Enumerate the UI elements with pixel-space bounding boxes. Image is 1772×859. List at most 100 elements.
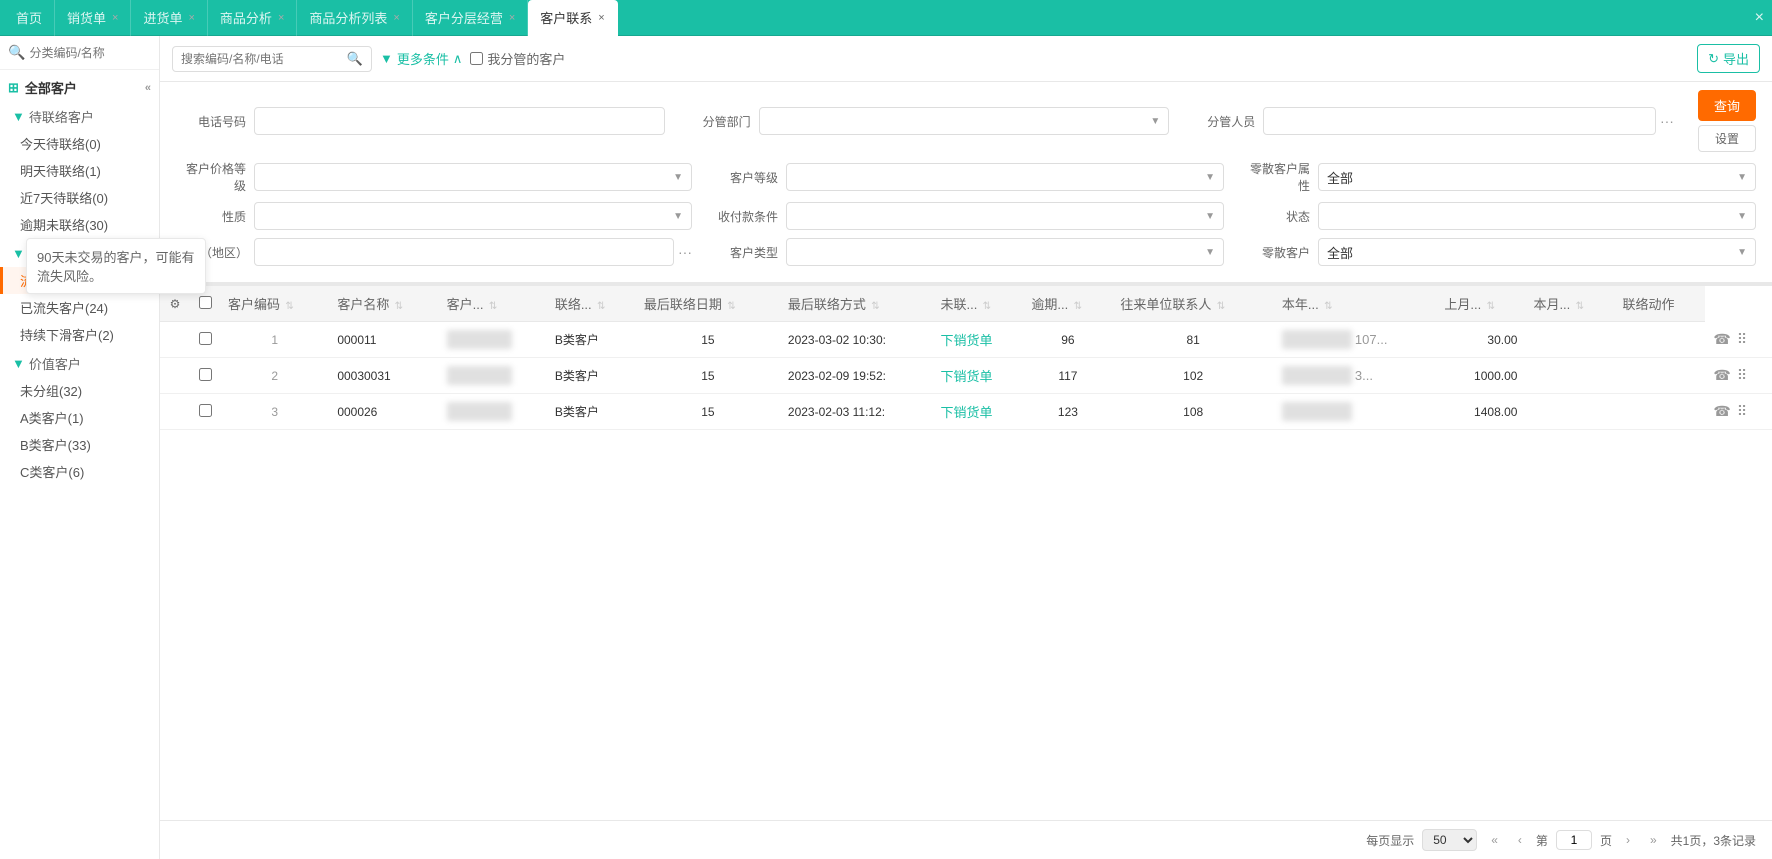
next-page-button[interactable]: › (1620, 831, 1636, 849)
row-num-1 (190, 358, 220, 394)
dept-select[interactable]: ▼ (759, 107, 1170, 135)
payment-select[interactable]: ▼ (786, 202, 1224, 230)
sidebar-all-customers[interactable]: ⊞ 全部客户 « (0, 70, 159, 101)
tab-product-analysis[interactable]: 商品分析 × (208, 0, 297, 36)
row-action-more-0[interactable]: ⠿ (1737, 331, 1747, 348)
status-select[interactable]: ▼ (1318, 202, 1756, 230)
sort-icon-last-way[interactable]: ⇅ (871, 301, 879, 312)
person-select[interactable] (1263, 107, 1656, 135)
row-checkbox-0[interactable] (199, 332, 212, 345)
sidebar-item-today-contact[interactable]: 今天待联络(0) (0, 130, 159, 157)
query-button[interactable]: 查询 (1698, 90, 1756, 121)
sort-icon-contact-count[interactable]: ⇅ (597, 301, 605, 312)
select-all-checkbox[interactable] (199, 296, 212, 309)
my-customers-check[interactable] (470, 52, 483, 65)
col-header-name: 客户名称 ⇅ (329, 286, 438, 322)
gender-select[interactable]: ▼ (254, 202, 692, 230)
row-this-year-0: 30.00 (1436, 322, 1525, 358)
sort-icon-name[interactable]: ⇅ (395, 301, 403, 312)
tab-close-sales[interactable]: × (112, 12, 118, 24)
more-conditions-button[interactable]: ▼ 更多条件 ∧ (380, 49, 462, 68)
row-num-display-1: 2 (220, 358, 329, 394)
row-contact-person-1: 3... (1274, 358, 1437, 394)
last-page-button[interactable]: » (1644, 831, 1663, 849)
sidebar-item-ungrouped[interactable]: 未分组(32) (0, 377, 159, 404)
first-page-button[interactable]: « (1485, 831, 1504, 849)
col-header-last-month: 上月... ⇅ (1436, 286, 1525, 322)
sort-icon-this-year[interactable]: ⇅ (1324, 301, 1332, 312)
window-close-button[interactable]: × (1755, 9, 1764, 27)
sort-icon-last-month[interactable]: ⇅ (1487, 301, 1495, 312)
row-action-more-2[interactable]: ⠿ (1737, 403, 1747, 420)
customer-grade-select[interactable]: ▼ (786, 163, 1224, 191)
page-number-input[interactable] (1556, 830, 1592, 850)
tab-customer-tier[interactable]: 客户分层经营 × (413, 0, 528, 36)
price-grade-select[interactable]: ▼ (254, 163, 692, 191)
row-action-contact-2[interactable]: ☎ (1713, 403, 1730, 420)
tab-product-list[interactable]: 商品分析列表 × (297, 0, 412, 36)
tab-close-customer-contact[interactable]: × (598, 12, 604, 24)
tab-bar: 首页 销货单 × 进货单 × 商品分析 × 商品分析列表 × 客户分层经营 × … (0, 0, 1772, 36)
zero-customer-arrow: ▼ (1737, 247, 1747, 258)
data-table-wrapper: ⚙ 客户编码 ⇅ 客户名称 ⇅ 客户... (160, 285, 1772, 820)
sidebar-item-class-b[interactable]: B类客户(33) (0, 431, 159, 458)
sidebar-item-class-c[interactable]: C类客户(6) (0, 458, 159, 485)
prev-page-button[interactable]: ‹ (1512, 831, 1528, 849)
customer-type-select[interactable]: ▼ (786, 238, 1224, 266)
sidebar-item-tomorrow-contact[interactable]: 明天待联络(1) (0, 157, 159, 184)
phone-input[interactable] (254, 107, 665, 135)
sidebar-item-7day-contact[interactable]: 近7天待联络(0) (0, 184, 159, 211)
row-type-0: B类客户 (547, 322, 636, 358)
row-checkbox-1[interactable] (199, 368, 212, 381)
row-actions-0: ☎ ⠿ (1705, 322, 1772, 358)
row-last-way-1[interactable]: 下销货单 (932, 358, 1023, 394)
row-last-way-2[interactable]: 下销货单 (932, 394, 1023, 430)
export-button[interactable]: ↻ 导出 (1697, 44, 1760, 73)
row-checkbox-2[interactable] (199, 404, 212, 417)
filter-search-input[interactable] (181, 52, 347, 66)
region-select[interactable] (254, 238, 674, 266)
sort-icon-type[interactable]: ⇅ (489, 301, 497, 312)
sidebar-item-class-a[interactable]: A类客户(1) (0, 404, 159, 431)
row-code-0[interactable]: 000011 (329, 322, 438, 358)
sort-icon-this-month[interactable]: ⇅ (1576, 301, 1584, 312)
zero-attr-select[interactable]: 全部 ▼ (1318, 163, 1756, 191)
sidebar-section-pending[interactable]: ▼ 待联络客户 (0, 101, 159, 130)
sidebar-item-declining[interactable]: 持续下滑客户(2) (0, 321, 159, 348)
per-page-select[interactable]: 50 100 (1422, 829, 1477, 851)
row-this-month-1 (1614, 358, 1705, 394)
sidebar-section-value[interactable]: ▼ 价值客户 (0, 348, 159, 377)
sort-icon-uncontact[interactable]: ⇅ (983, 301, 991, 312)
row-actions-1: ☎ ⠿ (1705, 358, 1772, 394)
sort-icon-contact-person[interactable]: ⇅ (1217, 301, 1225, 312)
zero-customer-select[interactable]: 全部 ▼ (1318, 238, 1756, 266)
tab-home[interactable]: 首页 (8, 0, 55, 36)
row-last-way-0[interactable]: 下销货单 (932, 322, 1023, 358)
tab-customer-contact[interactable]: 客户联系 × (528, 0, 617, 36)
customer-grade-arrow: ▼ (1205, 172, 1215, 183)
row-action-contact-1[interactable]: ☎ (1713, 367, 1730, 384)
filter-search-button[interactable]: 🔍 (347, 51, 363, 67)
row-code-1[interactable]: 00030031 (329, 358, 438, 394)
sidebar-item-lost[interactable]: 已流失客户(24) (0, 294, 159, 321)
tab-close-customer-tier[interactable]: × (509, 12, 515, 24)
sort-icon-overdue[interactable]: ⇅ (1074, 301, 1082, 312)
sidebar-item-overdue-contact[interactable]: 逾期未联络(30) (0, 211, 159, 238)
settings-button[interactable]: 设置 (1698, 125, 1756, 152)
tab-purchase[interactable]: 进货单 × (131, 0, 207, 36)
person-more-icon[interactable]: ··· (1660, 113, 1674, 129)
tab-sales-order[interactable]: 销货单 × (55, 0, 131, 36)
my-customers-checkbox[interactable]: 我分管的客户 (470, 49, 565, 68)
tab-close-product-analysis[interactable]: × (278, 12, 284, 24)
tab-close-product-list[interactable]: × (393, 12, 399, 24)
row-code-2[interactable]: 000026 (329, 394, 438, 430)
region-more-icon[interactable]: ··· (678, 244, 692, 260)
tab-close-purchase[interactable]: × (188, 12, 194, 24)
row-action-contact-0[interactable]: ☎ (1713, 331, 1730, 348)
sort-icon-code[interactable]: ⇅ (285, 301, 293, 312)
sidebar-search-input[interactable] (29, 46, 151, 60)
sort-icon-last-date[interactable]: ⇅ (727, 301, 735, 312)
row-action-more-1[interactable]: ⠿ (1737, 367, 1747, 384)
sidebar-search-icon: 🔍 (8, 44, 25, 61)
col-header-code: 客户编码 ⇅ (220, 286, 329, 322)
